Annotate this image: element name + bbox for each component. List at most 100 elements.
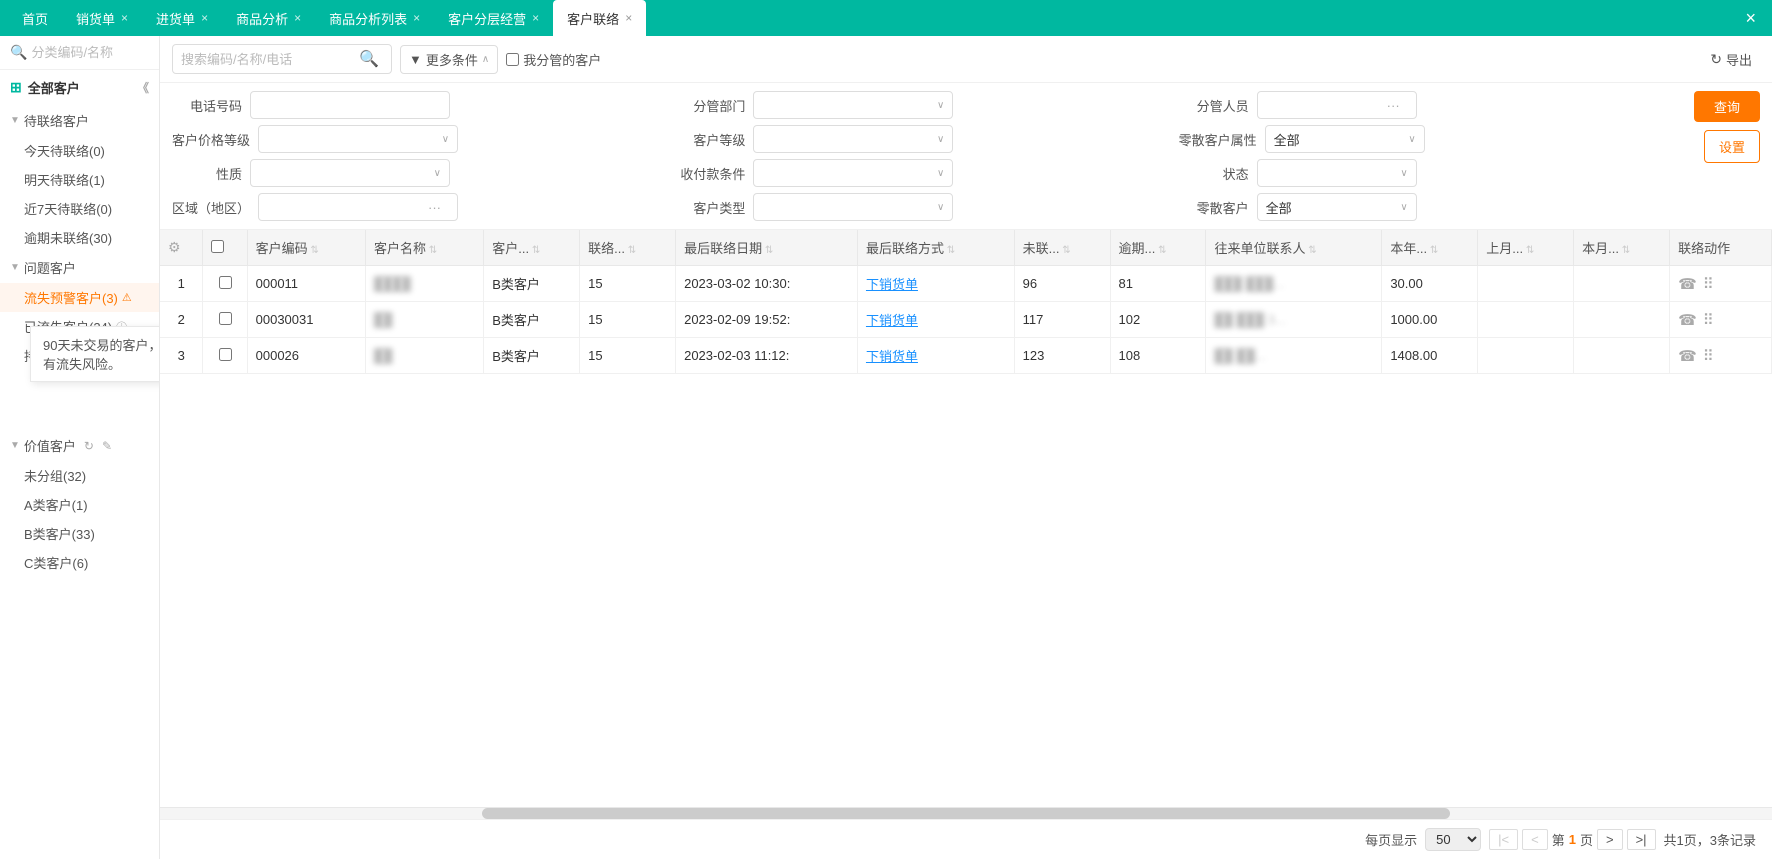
- last-contact-link[interactable]: 下销货单: [866, 277, 918, 292]
- filter-select-payment[interactable]: ∨: [753, 159, 953, 187]
- cell-current-month: [1574, 338, 1670, 374]
- th-last-month[interactable]: 上月...: [1478, 230, 1574, 266]
- tab-home[interactable]: 首页: [8, 0, 62, 36]
- sidebar-search-input[interactable]: [31, 45, 149, 60]
- filter-label-manager: 分管人员: [1179, 96, 1249, 115]
- tab-product-analysis-close[interactable]: ×: [294, 11, 301, 25]
- sidebar-group-problem-header[interactable]: ▼ 问题客户: [0, 252, 159, 283]
- filter-select-retail-attr[interactable]: 全部 ∨: [1265, 125, 1425, 153]
- action-contact-icon[interactable]: ☎: [1678, 347, 1697, 365]
- th-contact[interactable]: 联络...: [580, 230, 676, 266]
- sidebar-item-ungrouped[interactable]: 未分组(32): [0, 461, 159, 490]
- sidebar-item-class-a[interactable]: A类客户(1): [0, 490, 159, 519]
- sidebar-group-value: ▼ 价值客户 ↻ ✎ 未分组(32) A类客户(1) B类客户(33) C类客户…: [0, 430, 159, 577]
- my-customers-checkbox-label[interactable]: 我分管的客户: [506, 50, 601, 69]
- cell-contact: 15: [580, 266, 676, 302]
- th-current-month[interactable]: 本月...: [1574, 230, 1670, 266]
- page-prev-btn[interactable]: <: [1522, 829, 1548, 850]
- row-checkbox[interactable]: [219, 348, 232, 361]
- action-more-icon[interactable]: ⠿: [1703, 311, 1714, 329]
- tab-customer-contact-close[interactable]: ×: [625, 11, 632, 25]
- bottom-scrollbar[interactable]: [160, 807, 1772, 819]
- th-settings[interactable]: ⚙: [160, 230, 203, 266]
- filter-select-region[interactable]: ···: [258, 193, 458, 221]
- th-checkbox[interactable]: [203, 230, 247, 266]
- cell-checkbox[interactable]: [203, 266, 247, 302]
- filter-select-retail-cust[interactable]: 全部 ∨: [1257, 193, 1417, 221]
- tab-customer-contact[interactable]: 客户联络 ×: [553, 0, 646, 36]
- th-name[interactable]: 客户名称: [365, 230, 483, 266]
- sidebar-group-pending-header[interactable]: ▼ 待联络客户: [0, 105, 159, 136]
- action-contact-icon[interactable]: ☎: [1678, 311, 1697, 329]
- manager-dots-icon[interactable]: ···: [1379, 98, 1408, 113]
- th-last-contact-date[interactable]: 最后联络日期: [676, 230, 858, 266]
- filter-select-manager[interactable]: ···: [1257, 91, 1417, 119]
- value-refresh-icon[interactable]: ↻: [84, 439, 94, 453]
- search-go-button[interactable]: 🔍: [355, 49, 383, 69]
- row-checkbox[interactable]: [219, 312, 232, 325]
- action-more-icon[interactable]: ⠿: [1703, 275, 1714, 293]
- settings-icon[interactable]: ⚙: [168, 239, 181, 255]
- row-checkbox[interactable]: [219, 276, 232, 289]
- cell-current-year: 30.00: [1382, 266, 1478, 302]
- filter-select-cust-level[interactable]: ∨: [753, 125, 953, 153]
- sidebar-item-class-c[interactable]: C类客户(6): [0, 548, 159, 577]
- select-all-checkbox[interactable]: [211, 240, 224, 253]
- tab-customer-segment-close[interactable]: ×: [532, 11, 539, 25]
- tab-sales-order[interactable]: 销货单 ×: [62, 0, 142, 36]
- sidebar-group-value-header[interactable]: ▼ 价值客户 ↻ ✎: [0, 430, 159, 461]
- th-current-year[interactable]: 本年...: [1382, 230, 1478, 266]
- cell-last-contact-date: 2023-03-02 10:30:: [676, 266, 858, 302]
- sidebar-item-overdue-contact[interactable]: 逾期未联络(30): [0, 223, 159, 252]
- region-dots-icon[interactable]: ···: [420, 200, 449, 215]
- query-button[interactable]: 查询: [1694, 91, 1760, 122]
- more-filter-button[interactable]: ▼ 更多条件 ∧: [400, 45, 498, 74]
- page-first-btn[interactable]: |<: [1489, 829, 1518, 850]
- my-customers-checkbox[interactable]: [506, 53, 519, 66]
- th-overdue[interactable]: 逾期...: [1110, 230, 1206, 266]
- filter-select-dept[interactable]: ∨: [753, 91, 953, 119]
- sidebar-item-loss-warning[interactable]: 流失预警客户(3) ⚠: [0, 283, 159, 312]
- th-last-contact-type[interactable]: 最后联络方式: [857, 230, 1014, 266]
- th-not-contacted[interactable]: 未联...: [1014, 230, 1110, 266]
- tab-product-analysis-list[interactable]: 商品分析列表 ×: [315, 0, 434, 36]
- tab-purchase-order[interactable]: 进货单 ×: [142, 0, 222, 36]
- filter-select-nature[interactable]: ∨: [250, 159, 450, 187]
- page-last-btn[interactable]: >|: [1627, 829, 1656, 850]
- sidebar-item-tomorrow-contact[interactable]: 明天待联络(1): [0, 165, 159, 194]
- settings-button[interactable]: 设置: [1704, 130, 1760, 163]
- th-contact-person[interactable]: 往来单位联系人: [1206, 230, 1382, 266]
- sidebar-item-class-b[interactable]: B类客户(33): [0, 519, 159, 548]
- sidebar-item-7days-contact[interactable]: 近7天待联络(0): [0, 194, 159, 223]
- filter-select-status[interactable]: ∨: [1257, 159, 1417, 187]
- action-contact-icon[interactable]: ☎: [1678, 275, 1697, 293]
- filter-select-cust-type[interactable]: ∨: [753, 193, 953, 221]
- th-code[interactable]: 客户编码: [247, 230, 365, 266]
- tab-product-analysis-list-close[interactable]: ×: [413, 11, 420, 25]
- cell-action: ☎ ⠿: [1670, 338, 1772, 374]
- value-edit-icon[interactable]: ✎: [102, 439, 112, 453]
- tab-purchase-order-close[interactable]: ×: [201, 11, 208, 25]
- cell-checkbox[interactable]: [203, 302, 247, 338]
- per-page-select[interactable]: 50 100 200: [1425, 828, 1481, 851]
- search-input[interactable]: [181, 52, 355, 67]
- export-button[interactable]: ↻ 导出: [1702, 46, 1760, 73]
- tab-product-analysis[interactable]: 商品分析 ×: [222, 0, 315, 36]
- th-type[interactable]: 客户...: [484, 230, 580, 266]
- filter-field-manager: 分管人员 ···: [1179, 91, 1682, 119]
- cell-checkbox[interactable]: [203, 338, 247, 374]
- tab-customer-segment[interactable]: 客户分层经营 ×: [434, 0, 553, 36]
- page-next-btn[interactable]: >: [1597, 829, 1623, 850]
- sidebar-item-today-contact[interactable]: 今天待联络(0): [0, 136, 159, 165]
- sidebar-all-customers[interactable]: ⊞ 全部客户 《: [0, 70, 159, 105]
- action-more-icon[interactable]: ⠿: [1703, 347, 1714, 365]
- tab-sales-order-close[interactable]: ×: [121, 11, 128, 25]
- cell-contact: 15: [580, 338, 676, 374]
- filter-select-price-level[interactable]: ∨: [258, 125, 458, 153]
- last-contact-link[interactable]: 下销货单: [866, 313, 918, 328]
- cell-last-month: [1478, 302, 1574, 338]
- last-contact-link[interactable]: 下销货单: [866, 349, 918, 364]
- window-close-btn[interactable]: ×: [1737, 8, 1764, 29]
- sidebar-collapse-btn[interactable]: 《: [137, 79, 149, 96]
- filter-input-phone[interactable]: [250, 91, 450, 119]
